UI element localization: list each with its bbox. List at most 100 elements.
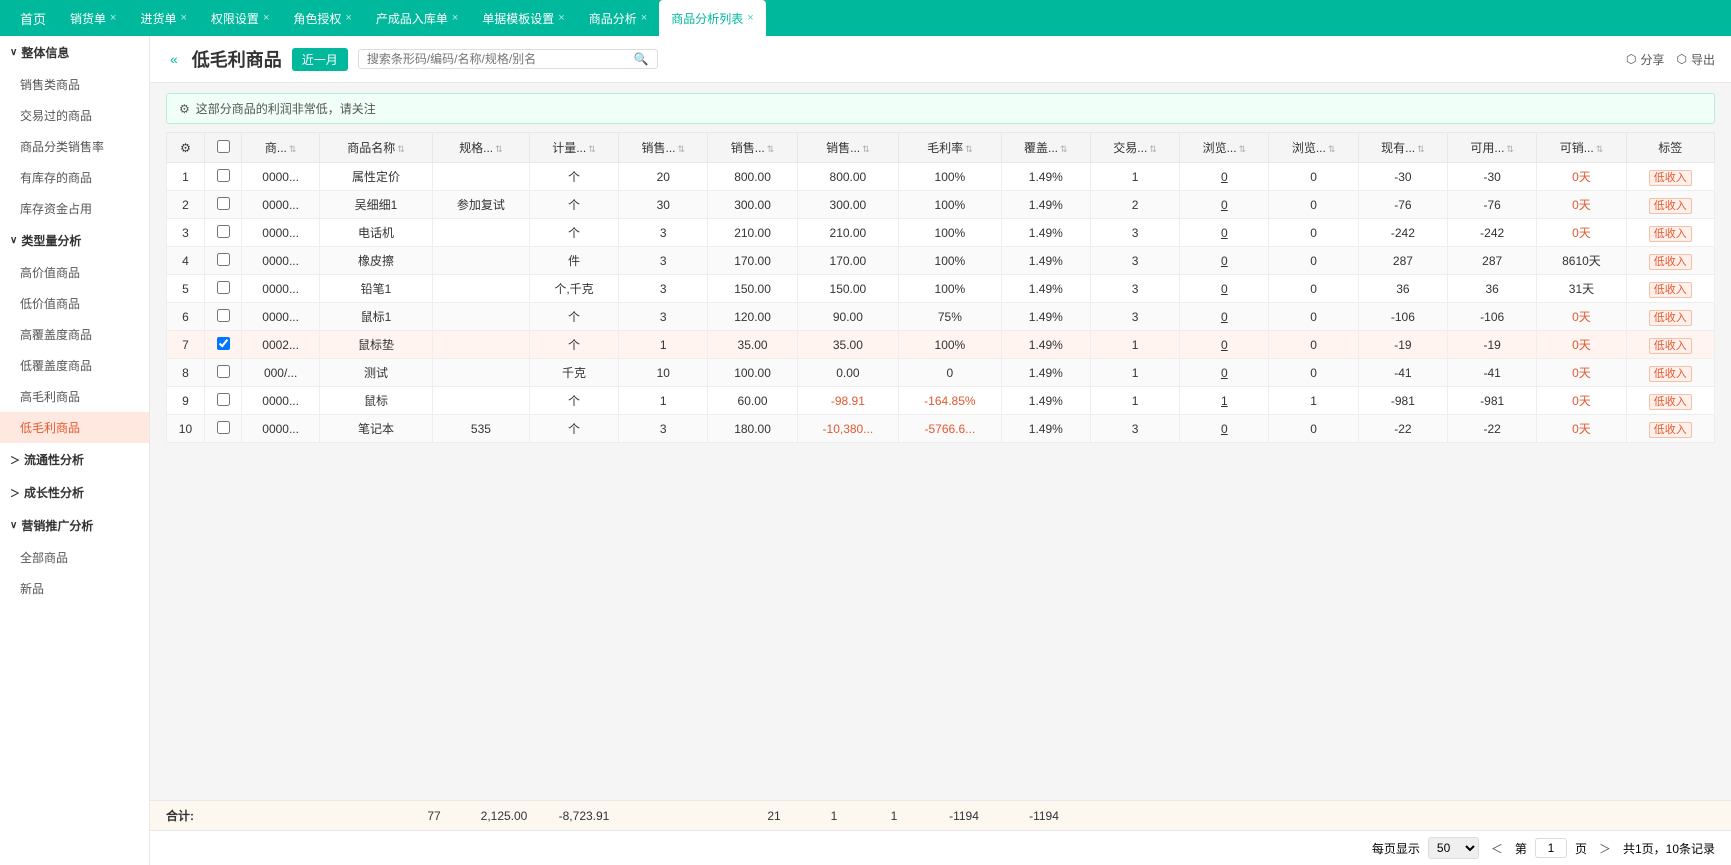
col-current-stock-header[interactable]: 现有...⇅ [1358, 133, 1447, 163]
row-browse1[interactable]: 0 [1180, 219, 1269, 247]
sidebar-item-inventory-capital[interactable]: 库存资金占用 [0, 193, 149, 224]
sidebar-item-low-coverage[interactable]: 低覆盖度商品 [0, 350, 149, 381]
col-unit-header[interactable]: 计量...⇅ [529, 133, 618, 163]
nav-product-inbound[interactable]: 产成品入库单 × [364, 0, 470, 36]
col-check-all[interactable] [204, 133, 241, 163]
col-sales-price-header[interactable]: 销售...⇅ [708, 133, 797, 163]
sidebar-collapse-button[interactable]: « [166, 47, 182, 71]
prev-page-button[interactable]: ＜ [1487, 838, 1507, 859]
row-checkbox-cell[interactable] [204, 359, 241, 387]
row-checkbox-cell[interactable] [204, 191, 241, 219]
sidebar-item-category-sales-rate[interactable]: 商品分类销售率 [0, 131, 149, 162]
row-browse1[interactable]: 0 [1180, 163, 1269, 191]
col-sales-qty-header[interactable]: 销售...⇅ [619, 133, 708, 163]
row-checkbox-cell[interactable] [204, 247, 241, 275]
sidebar-section-overall[interactable]: ∨ 整体信息 [0, 36, 149, 69]
close-product-analysis-list-icon[interactable]: × [747, 12, 753, 24]
search-box[interactable]: 🔍 [358, 49, 658, 69]
row-checkbox[interactable] [217, 281, 230, 294]
close-permission-icon[interactable]: × [263, 12, 269, 24]
col-usable-header[interactable]: 可用...⇅ [1448, 133, 1537, 163]
sidebar-item-low-margin[interactable]: 低毛利商品 [0, 412, 149, 443]
col-code-header[interactable]: 商...⇅ [242, 133, 320, 163]
page-number-input[interactable] [1535, 838, 1567, 858]
nav-purchase-order[interactable]: 进货单 × [128, 0, 198, 36]
sidebar-item-high-coverage[interactable]: 高覆盖度商品 [0, 319, 149, 350]
sidebar-section-growth[interactable]: ＞ 成长性分析 [0, 476, 149, 509]
row-trade: 1 [1090, 359, 1179, 387]
col-tag-header[interactable]: 标签 [1626, 133, 1714, 163]
row-checkbox-cell[interactable] [204, 163, 241, 191]
row-browse1[interactable]: 0 [1180, 415, 1269, 443]
close-product-analysis-icon[interactable]: × [641, 12, 647, 24]
sidebar-section-type-analysis[interactable]: ∨ 类型量分析 [0, 224, 149, 257]
row-checkbox-cell[interactable] [204, 331, 241, 359]
sidebar-section-marketing[interactable]: ∨ 营销推广分析 [0, 509, 149, 542]
row-checkbox[interactable] [217, 309, 230, 322]
row-checkbox-cell[interactable] [204, 387, 241, 415]
row-browse1[interactable]: 0 [1180, 303, 1269, 331]
close-product-inbound-icon[interactable]: × [452, 12, 458, 24]
sidebar-item-sales-products[interactable]: 销售类商品 [0, 69, 149, 100]
row-browse1[interactable]: 0 [1180, 331, 1269, 359]
row-checkbox[interactable] [217, 197, 230, 210]
row-checkbox-cell[interactable] [204, 303, 241, 331]
search-input[interactable] [367, 52, 634, 66]
row-checkbox-cell[interactable] [204, 219, 241, 247]
col-coverage-header[interactable]: 覆盖...⇅ [1001, 133, 1090, 163]
export-button[interactable]: ⬡ 导出 [1677, 51, 1716, 68]
close-purchase-order-icon[interactable]: × [180, 12, 186, 24]
close-sales-order-icon[interactable]: × [110, 12, 116, 24]
row-checkbox-cell[interactable] [204, 415, 241, 443]
col-sales-amount-header[interactable]: 销售...⇅ [797, 133, 898, 163]
row-checkbox[interactable] [217, 225, 230, 238]
nav-sales-order[interactable]: 销货单 × [58, 0, 128, 36]
col-browse2-header[interactable]: 浏览...⇅ [1269, 133, 1358, 163]
sidebar-section-liquidity[interactable]: ＞ 流通性分析 [0, 443, 149, 476]
col-name-header[interactable]: 商品名称⇅ [319, 133, 432, 163]
sidebar-item-high-margin[interactable]: 高毛利商品 [0, 381, 149, 412]
close-role-auth-icon[interactable]: × [345, 12, 351, 24]
sidebar-item-all-products[interactable]: 全部商品 [0, 542, 149, 573]
nav-template-settings[interactable]: 单据模板设置 × [470, 0, 576, 36]
col-spec-header[interactable]: 规格...⇅ [433, 133, 530, 163]
row-usable: 287 [1448, 247, 1537, 275]
close-template-settings-icon[interactable]: × [558, 12, 564, 24]
sidebar-item-high-value[interactable]: 高价值商品 [0, 257, 149, 288]
row-code: 0000... [242, 247, 320, 275]
col-margin-header[interactable]: 毛利率⇅ [899, 133, 1002, 163]
row-unit: 千克 [529, 359, 618, 387]
sidebar-item-low-value[interactable]: 低价值商品 [0, 288, 149, 319]
check-all-checkbox[interactable] [217, 140, 230, 153]
row-browse1[interactable]: 0 [1180, 275, 1269, 303]
row-checkbox[interactable] [217, 169, 230, 182]
row-checkbox[interactable] [217, 393, 230, 406]
row-checkbox-cell[interactable] [204, 275, 241, 303]
share-button[interactable]: ⬡ 分享 [1626, 51, 1665, 68]
sidebar-item-traded-products[interactable]: 交易过的商品 [0, 100, 149, 131]
col-browse1-header[interactable]: 浏览...⇅ [1180, 133, 1269, 163]
nav-product-analysis-list[interactable]: 商品分析列表 × [659, 0, 765, 36]
nav-home[interactable]: 首页 [8, 0, 58, 36]
row-margin: 100% [899, 163, 1002, 191]
date-filter-button[interactable]: 近一月 [292, 48, 348, 71]
row-browse1[interactable]: 0 [1180, 191, 1269, 219]
nav-permission[interactable]: 权限设置 × [199, 0, 281, 36]
table-settings-icon[interactable]: ⚙ [167, 133, 205, 163]
row-checkbox[interactable] [217, 421, 230, 434]
row-browse1[interactable]: 0 [1180, 247, 1269, 275]
nav-product-analysis[interactable]: 商品分析 × [577, 0, 659, 36]
next-page-button[interactable]: ＞ [1595, 838, 1615, 859]
sidebar-item-new-products[interactable]: 新品 [0, 573, 149, 604]
row-browse1[interactable]: 1 [1180, 387, 1269, 415]
col-trade-header[interactable]: 交易...⇅ [1090, 133, 1179, 163]
col-saleable-header[interactable]: 可销...⇅ [1537, 133, 1626, 163]
sidebar-item-in-stock-products[interactable]: 有库存的商品 [0, 162, 149, 193]
per-page-select[interactable]: 50 100 200 [1428, 837, 1479, 859]
row-checkbox[interactable] [217, 253, 230, 266]
row-checkbox[interactable] [217, 337, 230, 350]
search-icon[interactable]: 🔍 [634, 52, 649, 66]
nav-role-auth[interactable]: 角色授权 × [281, 0, 363, 36]
row-browse1[interactable]: 0 [1180, 359, 1269, 387]
row-checkbox[interactable] [217, 365, 230, 378]
